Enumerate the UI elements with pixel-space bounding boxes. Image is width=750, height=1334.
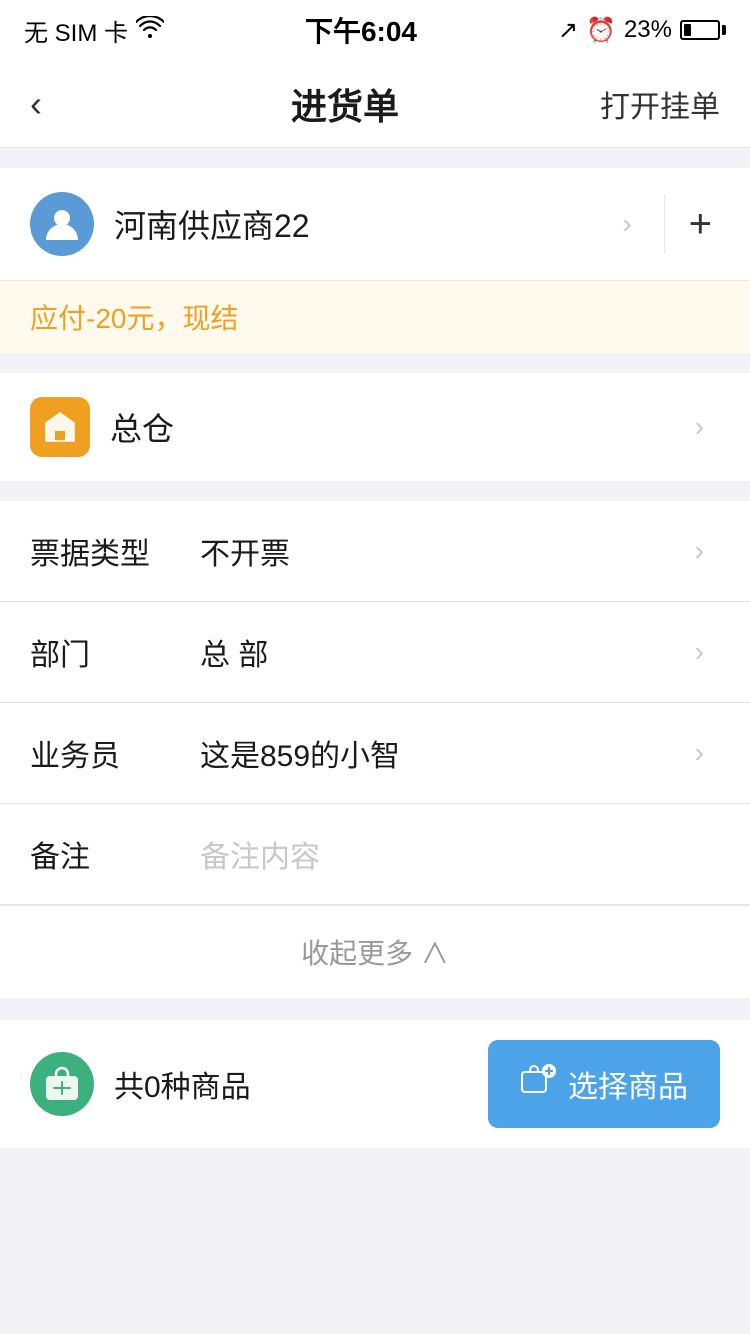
add-supplier-button[interactable]: + [681, 202, 720, 247]
form-section: 票据类型 不开票 › 部门 总 部 › 业务员 这是859的小智 › 备注 备注… [0, 501, 750, 998]
battery-icon [680, 20, 726, 40]
wifi-icon [136, 16, 164, 45]
warehouse-icon [30, 397, 90, 457]
supplier-name: 河南供应商22 [114, 201, 622, 247]
location-icon: ↗ [558, 16, 578, 45]
supplier-avatar [30, 192, 94, 256]
department-value: 总 部 [170, 630, 695, 674]
open-pending-button[interactable]: 打开挂单 [600, 82, 720, 126]
gap-4 [0, 998, 750, 1018]
product-bag-icon [30, 1052, 94, 1116]
status-right: ↗ ⏰ 23% [558, 16, 726, 45]
remark-row[interactable]: 备注 备注内容 [0, 804, 750, 905]
gap-1 [0, 148, 750, 168]
remark-label: 备注 [30, 832, 170, 876]
battery-percent: 23% [624, 16, 672, 44]
supplier-notice: 应付-20元，现结 [0, 280, 750, 353]
product-count-label: 共0种商品 [114, 1062, 468, 1106]
invoice-type-chevron-icon: › [695, 535, 704, 567]
salesperson-label: 业务员 [30, 731, 170, 775]
department-row[interactable]: 部门 总 部 › [0, 602, 750, 703]
salesperson-value: 这是859的小智 [170, 731, 695, 775]
invoice-type-value: 不开票 [170, 529, 695, 573]
back-button[interactable]: ‹ [30, 83, 90, 125]
warehouse-section: 总仓 › [0, 373, 750, 481]
status-bar: 无 SIM 卡 下午6:04 ↗ ⏰ 23% [0, 0, 750, 60]
invoice-type-label: 票据类型 [30, 529, 170, 573]
select-goods-icon [520, 1064, 556, 1104]
warehouse-name: 总仓 [110, 404, 695, 450]
bottom-action-bar: 共0种商品 选择商品 [0, 1018, 750, 1148]
warehouse-row[interactable]: 总仓 › [0, 373, 750, 481]
supplier-row[interactable]: 河南供应商22 › + [0, 168, 750, 280]
gap-3 [0, 481, 750, 501]
salesperson-chevron-icon: › [695, 737, 704, 769]
select-goods-button[interactable]: 选择商品 [488, 1040, 720, 1128]
warehouse-chevron-icon: › [695, 411, 704, 443]
remark-input[interactable]: 备注内容 [170, 832, 720, 876]
gap-2 [0, 353, 750, 373]
department-chevron-icon: › [695, 636, 704, 668]
alarm-icon: ⏰ [586, 16, 616, 45]
supplier-section: 河南供应商22 › + 应付-20元，现结 [0, 168, 750, 353]
collapse-button[interactable]: 收起更多 ∧ [0, 905, 750, 998]
select-goods-label: 选择商品 [568, 1062, 688, 1106]
carrier-label: 无 SIM 卡 [24, 13, 128, 48]
department-label: 部门 [30, 630, 170, 674]
vertical-divider [664, 194, 665, 254]
status-left: 无 SIM 卡 [24, 13, 164, 48]
salesperson-row[interactable]: 业务员 这是859的小智 › [0, 703, 750, 804]
page-title: 进货单 [291, 78, 399, 130]
nav-bar: ‹ 进货单 打开挂单 [0, 60, 750, 148]
status-time: 下午6:04 [305, 10, 417, 50]
supplier-chevron-icon: › [622, 208, 631, 240]
invoice-type-row[interactable]: 票据类型 不开票 › [0, 501, 750, 602]
